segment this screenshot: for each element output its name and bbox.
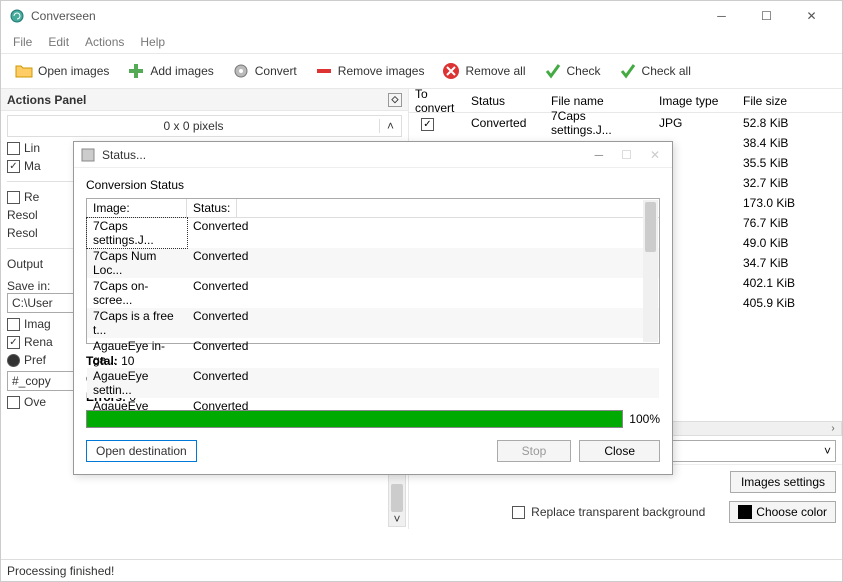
list-col-status: Status: xyxy=(187,199,237,217)
actions-panel-title: Actions Panel ◇ xyxy=(1,89,408,111)
open-destination-button[interactable]: Open destination xyxy=(86,440,197,462)
pref-radio[interactable] xyxy=(7,354,20,367)
replace-bg-checkbox[interactable] xyxy=(512,506,525,519)
imag-checkbox[interactable] xyxy=(7,318,20,331)
list-item[interactable]: AgaueEye in-ga...Converted xyxy=(87,338,659,368)
menu-actions[interactable]: Actions xyxy=(77,33,132,51)
statusbar: Processing finished! xyxy=(1,559,842,581)
close-button[interactable]: ✕ xyxy=(789,2,834,30)
open-images-label: Open images xyxy=(38,64,109,78)
open-images-button[interactable]: Open images xyxy=(7,60,117,82)
convert-button[interactable]: Convert xyxy=(224,60,305,82)
dialog-close-button[interactable]: ✕ xyxy=(650,148,660,162)
remove-all-icon xyxy=(442,62,460,80)
add-images-label: Add images xyxy=(150,64,213,78)
dialog-maximize-button[interactable]: ☐ xyxy=(621,148,632,162)
lin-checkbox[interactable] xyxy=(7,142,20,155)
replace-bg-label: Replace transparent background xyxy=(531,505,705,519)
remove-all-label: Remove all xyxy=(465,64,525,78)
folder-icon xyxy=(15,62,33,80)
progress-bar xyxy=(86,410,623,428)
menu-edit[interactable]: Edit xyxy=(40,33,77,51)
dialog-title: Status... xyxy=(102,148,146,162)
dialog-minimize-button[interactable]: ─ xyxy=(595,148,604,162)
check-all-button[interactable]: Check all xyxy=(611,60,699,82)
list-item[interactable]: 7Caps is a free t...Converted xyxy=(87,308,659,338)
ma-label: Ma xyxy=(24,159,41,173)
titlebar: Converseen ─ ☐ ✕ xyxy=(1,1,842,31)
re-checkbox[interactable] xyxy=(7,191,20,204)
list-item[interactable]: 7Caps on-scree...Converted xyxy=(87,278,659,308)
window-title: Converseen xyxy=(31,9,96,23)
re-label: Re xyxy=(24,190,39,204)
dimensions-field: 0 x 0 pixels ˄ xyxy=(7,115,402,137)
convert-label: Convert xyxy=(255,64,297,78)
chevron-up-icon[interactable]: ˄ xyxy=(379,119,401,133)
panel-detach-icon[interactable]: ◇ xyxy=(388,93,402,107)
check-all-label: Check all xyxy=(642,64,691,78)
menu-help[interactable]: Help xyxy=(132,33,173,51)
gear-icon xyxy=(232,62,250,80)
menu-file[interactable]: File xyxy=(5,33,40,51)
row-checkbox[interactable] xyxy=(421,118,434,131)
dialog-icon xyxy=(80,147,96,163)
toolbar: Open images Add images Convert Remove im… xyxy=(1,53,842,89)
list-item[interactable]: AgaueEye settin...Converted xyxy=(87,368,659,398)
maximize-button[interactable]: ☐ xyxy=(744,2,789,30)
stop-button[interactable]: Stop xyxy=(497,440,572,462)
images-settings-button[interactable]: Images settings xyxy=(730,471,836,493)
rena-label: Rena xyxy=(24,335,53,349)
add-images-button[interactable]: Add images xyxy=(119,60,221,82)
remove-images-label: Remove images xyxy=(338,64,425,78)
app-icon xyxy=(9,8,25,24)
imag-label: Imag xyxy=(24,317,51,331)
list-scrollbar[interactable] xyxy=(643,200,658,342)
rena-checkbox[interactable] xyxy=(7,336,20,349)
close-dialog-button[interactable]: Close xyxy=(579,440,660,462)
check-icon xyxy=(544,62,562,80)
check-button[interactable]: Check xyxy=(536,60,609,82)
list-col-image: Image: xyxy=(87,199,187,217)
lin-label: Lin xyxy=(24,141,40,155)
ove-checkbox[interactable] xyxy=(7,396,20,409)
left-scrollbar[interactable]: ˅ xyxy=(388,467,406,527)
dialog-heading: Conversion Status xyxy=(86,178,660,192)
pref-label: Pref xyxy=(24,353,46,367)
list-item[interactable]: 7Caps Num Loc...Converted xyxy=(87,248,659,278)
status-dialog: Status... ─ ☐ ✕ Conversion Status Image:… xyxy=(73,141,673,475)
plus-icon xyxy=(127,62,145,80)
table-row[interactable]: Converted 7Caps settings.J... JPG 52.8 K… xyxy=(409,113,842,133)
remove-all-button[interactable]: Remove all xyxy=(434,60,533,82)
list-item[interactable]: 7Caps settings.J...Converted xyxy=(87,218,659,248)
ove-label: Ove xyxy=(24,395,46,409)
check-all-icon xyxy=(619,62,637,80)
minus-icon xyxy=(315,62,333,80)
check-label: Check xyxy=(567,64,601,78)
color-swatch xyxy=(738,505,752,519)
ma-checkbox[interactable] xyxy=(7,160,20,173)
remove-images-button[interactable]: Remove images xyxy=(307,60,433,82)
menubar: File Edit Actions Help xyxy=(1,31,842,53)
choose-color-button[interactable]: Choose color xyxy=(729,501,836,523)
minimize-button[interactable]: ─ xyxy=(699,2,744,30)
conversion-list[interactable]: Image: Status: 7Caps settings.J...Conver… xyxy=(86,198,660,344)
